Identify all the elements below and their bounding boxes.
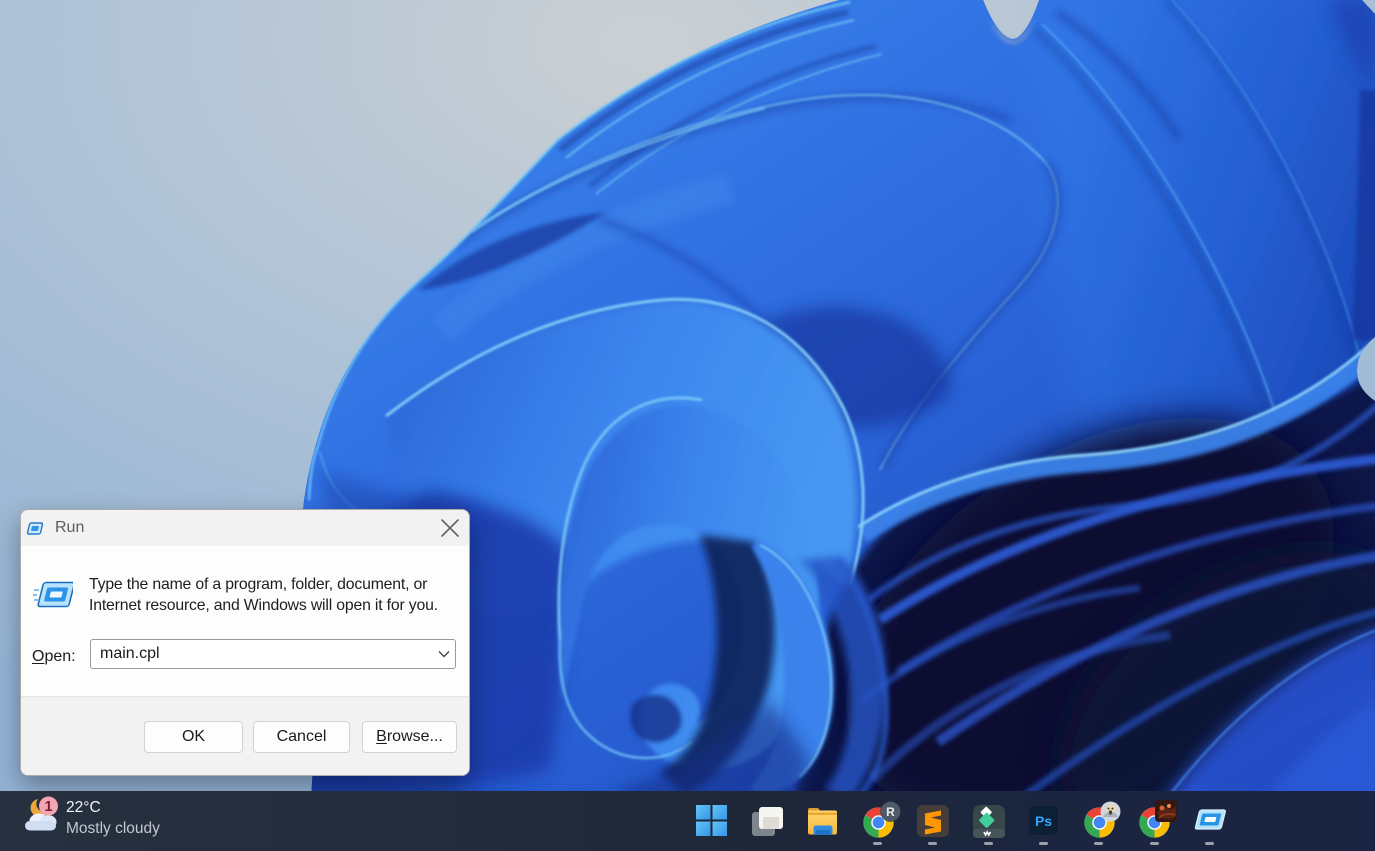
svg-text:1: 1: [44, 799, 52, 815]
svg-text:Ps: Ps: [1035, 813, 1052, 829]
svg-text:R: R: [886, 805, 895, 819]
